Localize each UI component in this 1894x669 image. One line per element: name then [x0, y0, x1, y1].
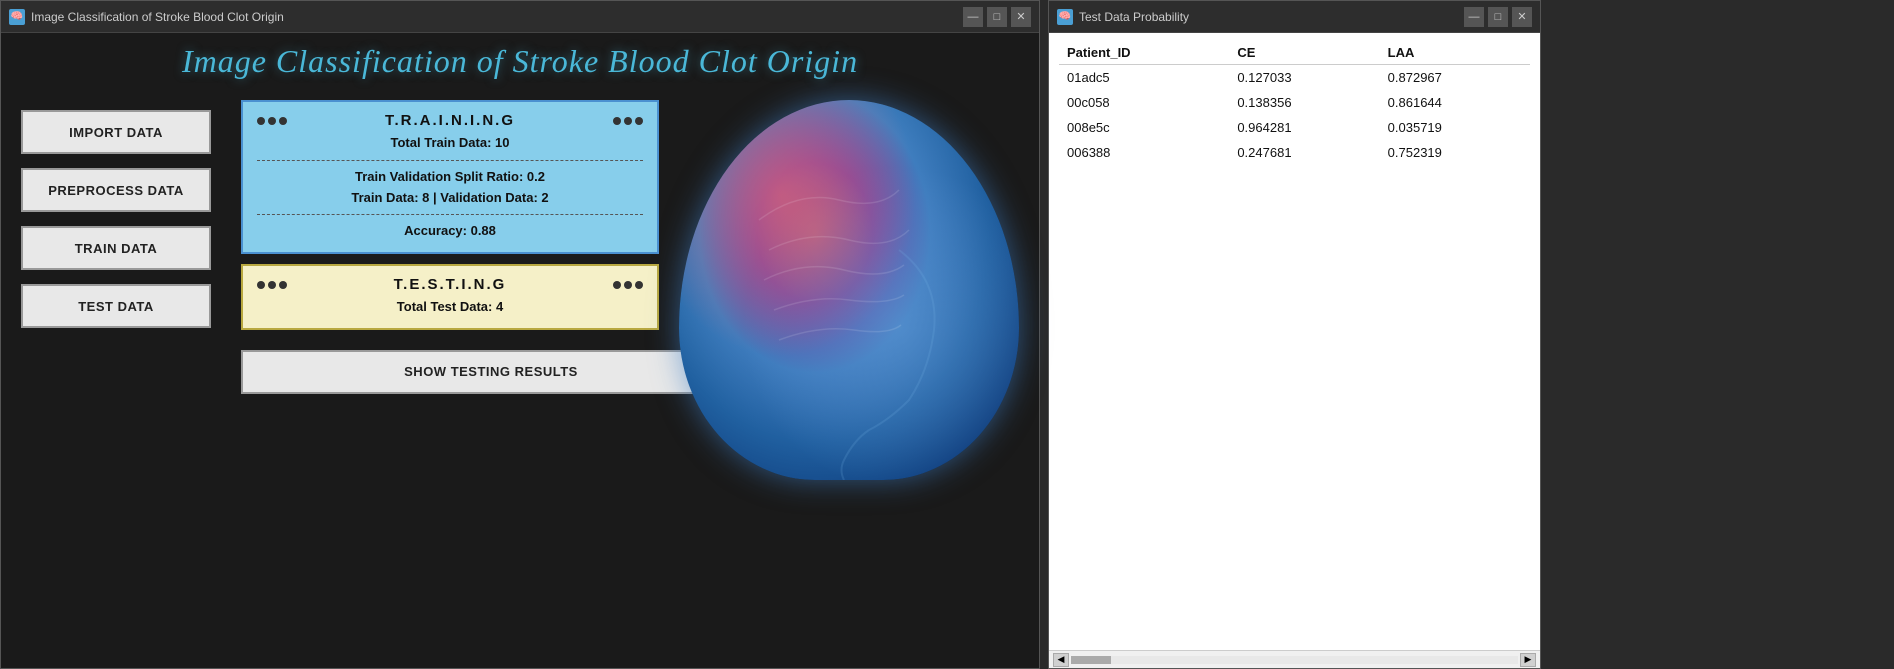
- scroll-thumb[interactable]: [1071, 656, 1111, 664]
- brain-svg-detail: [679, 100, 1019, 480]
- col-laa: LAA: [1380, 41, 1530, 65]
- preprocess-data-button[interactable]: PREPROCESS DATA: [21, 168, 211, 212]
- second-close-button[interactable]: ✕: [1512, 7, 1532, 27]
- training-title: T.R.A.I.N.I.N.G: [385, 112, 515, 129]
- second-app-icon: 🧠: [1057, 9, 1073, 25]
- import-data-button[interactable]: IMPORT DATA: [21, 110, 211, 154]
- testing-info-box: T.E.S.T.I.N.G Total Test Data: 4: [241, 264, 659, 330]
- col-patient-id: Patient_ID: [1059, 41, 1229, 65]
- col-ce: CE: [1229, 41, 1379, 65]
- table-head: Patient_ID CE LAA: [1059, 41, 1530, 65]
- cell-patient-id: 006388: [1059, 140, 1229, 165]
- dot-10: [613, 281, 621, 289]
- dot-7: [257, 281, 265, 289]
- divider-1: [257, 160, 643, 161]
- training-info-box: T.R.A.I.N.I.N.G Total Train Data: 10 Tra…: [241, 100, 659, 254]
- testing-title: T.E.S.T.I.N.G: [394, 276, 507, 293]
- main-window-controls: — □ ✕: [963, 7, 1031, 27]
- dot-4: [613, 117, 621, 125]
- cell-laa: 0.872967: [1380, 65, 1530, 91]
- cell-patient-id: 01adc5: [1059, 65, 1229, 91]
- second-window-controls: — □ ✕: [1464, 7, 1532, 27]
- scroll-left-arrow[interactable]: ◀: [1053, 653, 1069, 667]
- testing-dots-left: [257, 281, 287, 289]
- total-test-data: Total Test Data: 4: [257, 297, 643, 318]
- table-row: 00c0580.1383560.861644: [1059, 90, 1530, 115]
- accuracy: Accuracy: 0.88: [257, 221, 643, 242]
- cell-laa: 0.752319: [1380, 140, 1530, 165]
- restore-button[interactable]: □: [987, 7, 1007, 27]
- app-title: Image Classification of Stroke Blood Clo…: [182, 43, 858, 80]
- cell-ce: 0.247681: [1229, 140, 1379, 165]
- dot-11: [624, 281, 632, 289]
- probability-table: Patient_ID CE LAA 01adc50.1270330.872967…: [1059, 41, 1530, 165]
- second-window: 🧠 Test Data Probability — □ ✕ Patient_ID…: [1048, 0, 1541, 669]
- table-row: 0063880.2476810.752319: [1059, 140, 1530, 165]
- cell-patient-id: 00c058: [1059, 90, 1229, 115]
- second-title-bar-left: 🧠 Test Data Probability: [1057, 9, 1189, 25]
- dot-12: [635, 281, 643, 289]
- main-content-area: Image Classification of Stroke Blood Clo…: [1, 33, 1039, 668]
- title-bar-left: 🧠 Image Classification of Stroke Blood C…: [9, 9, 284, 25]
- app-icon: 🧠: [9, 9, 25, 25]
- training-content: Total Train Data: 10 Train Validation Sp…: [257, 133, 643, 242]
- show-testing-results-button[interactable]: SHOW TESTING RESULTS: [241, 350, 741, 394]
- testing-content: Total Test Data: 4: [257, 297, 643, 318]
- brain-image-area: [679, 100, 1019, 480]
- second-restore-button[interactable]: □: [1488, 7, 1508, 27]
- training-dots-right: [613, 117, 643, 125]
- center-panel: T.R.A.I.N.I.N.G Total Train Data: 10 Tra…: [241, 100, 659, 394]
- cell-ce: 0.964281: [1229, 115, 1379, 140]
- cell-laa: 0.861644: [1380, 90, 1530, 115]
- cell-patient-id: 008e5c: [1059, 115, 1229, 140]
- cell-laa: 0.035719: [1380, 115, 1530, 140]
- brain-image: [679, 100, 1019, 480]
- train-data-button[interactable]: TRAIN DATA: [21, 226, 211, 270]
- dot-2: [268, 117, 276, 125]
- main-window-title: Image Classification of Stroke Blood Clo…: [31, 10, 284, 24]
- split-data: Train Data: 8 | Validation Data: 2: [257, 188, 643, 209]
- testing-box-header: T.E.S.T.I.N.G: [257, 276, 643, 293]
- left-panel: IMPORT DATA PREPROCESS DATA TRAIN DATA T…: [21, 100, 221, 328]
- training-box-header: T.R.A.I.N.I.N.G: [257, 112, 643, 129]
- horizontal-scrollbar[interactable]: ◀ ▶: [1049, 650, 1540, 668]
- table-row: 01adc50.1270330.872967: [1059, 65, 1530, 91]
- table-container[interactable]: Patient_ID CE LAA 01adc50.1270330.872967…: [1049, 33, 1540, 650]
- second-minimize-button[interactable]: —: [1464, 7, 1484, 27]
- testing-dots-right: [613, 281, 643, 289]
- scroll-track[interactable]: [1071, 656, 1518, 664]
- minimize-button[interactable]: —: [963, 7, 983, 27]
- main-window: 🧠 Image Classification of Stroke Blood C…: [0, 0, 1040, 669]
- dot-6: [635, 117, 643, 125]
- dot-3: [279, 117, 287, 125]
- split-ratio: Train Validation Split Ratio: 0.2: [257, 167, 643, 188]
- table-row: 008e5c0.9642810.035719: [1059, 115, 1530, 140]
- second-title-bar: 🧠 Test Data Probability — □ ✕: [1049, 1, 1540, 33]
- cell-ce: 0.138356: [1229, 90, 1379, 115]
- main-title-bar: 🧠 Image Classification of Stroke Blood C…: [1, 1, 1039, 33]
- second-window-title: Test Data Probability: [1079, 10, 1189, 24]
- second-content-area: Patient_ID CE LAA 01adc50.1270330.872967…: [1049, 33, 1540, 668]
- dot-5: [624, 117, 632, 125]
- dot-1: [257, 117, 265, 125]
- dot-9: [279, 281, 287, 289]
- scroll-right-arrow[interactable]: ▶: [1520, 653, 1536, 667]
- close-button[interactable]: ✕: [1011, 7, 1031, 27]
- content-area: IMPORT DATA PREPROCESS DATA TRAIN DATA T…: [21, 100, 1019, 480]
- training-dots-left: [257, 117, 287, 125]
- divider-2: [257, 214, 643, 215]
- total-train-data: Total Train Data: 10: [257, 133, 643, 154]
- test-data-button[interactable]: TEST DATA: [21, 284, 211, 328]
- table-body: 01adc50.1270330.87296700c0580.1383560.86…: [1059, 65, 1530, 166]
- cell-ce: 0.127033: [1229, 65, 1379, 91]
- table-header-row: Patient_ID CE LAA: [1059, 41, 1530, 65]
- dot-8: [268, 281, 276, 289]
